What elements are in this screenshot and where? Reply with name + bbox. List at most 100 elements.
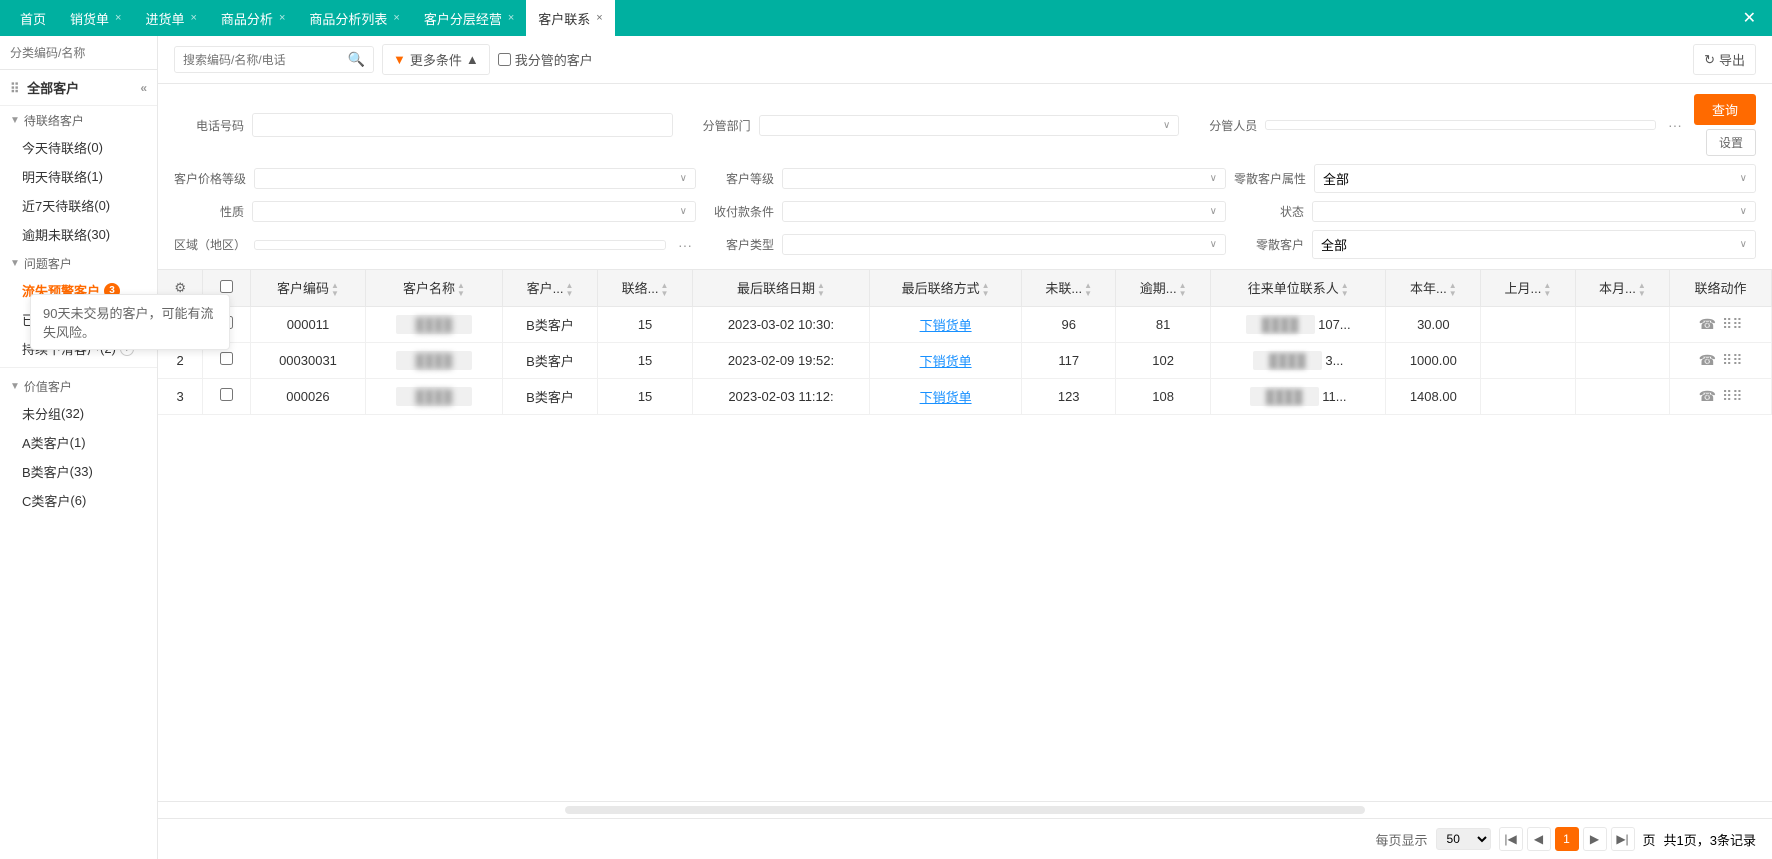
th------[interactable]: 联络...▲▼: [598, 270, 692, 306]
contact-icon[interactable]: ☎: [1699, 388, 1716, 405]
sidebar-item-label: 近7天待联络: [22, 196, 94, 215]
zero-customer-select[interactable]: 全部 ∨: [1312, 230, 1756, 259]
th------[interactable]: 本月...▲▼: [1575, 270, 1669, 306]
th-------[interactable]: 最后联络方式▲▼: [870, 270, 1022, 306]
actions[interactable]: ☎ ⠿⠿: [1670, 306, 1772, 342]
sidebar-item-0-3[interactable]: 逾期未联络(30): [0, 220, 157, 249]
sort-icon: ▲▼: [1084, 282, 1092, 298]
actions[interactable]: ☎ ⠿⠿: [1670, 342, 1772, 378]
more-icon-2[interactable]: ···: [674, 237, 696, 253]
sidebar-item-2-2[interactable]: B类客户(33): [0, 457, 157, 486]
nav-item-首页[interactable]: 首页: [8, 0, 58, 36]
row-checkbox[interactable]: [220, 388, 233, 401]
nav-item-销货单[interactable]: 销货单×: [58, 0, 133, 36]
global-close-button[interactable]: ✕: [1735, 8, 1764, 28]
sidebar-group-1[interactable]: ▼问题客户: [0, 249, 157, 276]
table-row: 200030031████B类客户152023-02-09 19:52:下销货单…: [158, 342, 1772, 378]
nav-item-商品分析[interactable]: 商品分析×: [209, 0, 297, 36]
my-customers-checkbox-label[interactable]: 我分管的客户: [498, 50, 593, 69]
gear-icon[interactable]: ⚙: [174, 280, 186, 295]
current-page-btn[interactable]: 1: [1555, 827, 1579, 851]
th------[interactable]: 逾期...▲▼: [1116, 270, 1210, 306]
next-page-btn[interactable]: ▶: [1583, 827, 1607, 851]
horizontal-scrollbar[interactable]: [565, 806, 1365, 814]
more-actions-icon[interactable]: ⠿⠿: [1722, 388, 1743, 405]
dept-select[interactable]: ∨: [759, 115, 1180, 136]
last-contact-method[interactable]: 下销货单: [870, 306, 1022, 342]
last-contact-method[interactable]: 下销货单: [870, 378, 1022, 414]
more-actions-icon[interactable]: ⠿⠿: [1722, 352, 1743, 369]
pagination: 每页显示 50 100 |◀ ◀ 1 ▶ ▶| 页 共1页，3条记录: [158, 818, 1772, 859]
customer-name: ████: [366, 378, 502, 414]
sidebar-group-2[interactable]: ▼价值客户: [0, 372, 157, 399]
row-checkbox-cell[interactable]: [203, 378, 250, 414]
payment-select[interactable]: ∨: [782, 201, 1226, 222]
th-------[interactable]: 最后联络日期▲▼: [692, 270, 869, 306]
sidebar-item-0-1[interactable]: 明天待联络(1): [0, 162, 157, 191]
nav-item-进货单[interactable]: 进货单×: [133, 0, 208, 36]
contact-method-link[interactable]: 下销货单: [920, 318, 972, 333]
row-checkbox[interactable]: [220, 352, 233, 365]
nav-close-icon[interactable]: ×: [393, 12, 399, 24]
price-level-select[interactable]: ∨: [254, 168, 696, 189]
sidebar-item-2-1[interactable]: A类客户(1): [0, 428, 157, 457]
gender-select[interactable]: ∨: [252, 201, 696, 222]
phone-input[interactable]: [252, 113, 673, 137]
query-button[interactable]: 查询: [1694, 94, 1756, 125]
my-customers-checkbox[interactable]: [498, 53, 511, 66]
sidebar-item-2-0[interactable]: 未分组(32): [0, 399, 157, 428]
item-count: (30): [87, 227, 110, 242]
more-conditions-button[interactable]: ▼ 更多条件 ▲: [382, 44, 490, 75]
sidebar-group-0[interactable]: ▼待联络客户: [0, 106, 157, 133]
sidebar-all-customers[interactable]: ⠿ 全部客户 «: [0, 70, 157, 106]
contact-method-link[interactable]: 下销货单: [920, 354, 972, 369]
toolbar-search-input[interactable]: [183, 53, 342, 67]
sidebar-item-0-2[interactable]: 近7天待联络(0): [0, 191, 157, 220]
region-select[interactable]: [254, 240, 666, 250]
nav-close-icon[interactable]: ×: [115, 12, 121, 24]
sidebar-search-input[interactable]: [10, 46, 158, 60]
contact-icon[interactable]: ☎: [1699, 316, 1716, 333]
page-label: 页: [1643, 830, 1656, 849]
settings-button[interactable]: 设置: [1706, 129, 1756, 156]
last-contact-method[interactable]: 下销货单: [870, 342, 1022, 378]
th-----[interactable]: 客户编码▲▼: [250, 270, 366, 306]
more-icon-1[interactable]: ···: [1664, 117, 1686, 133]
nav-close-icon[interactable]: ×: [508, 12, 514, 24]
nav-item-客户联系[interactable]: 客户联系×: [526, 0, 614, 36]
first-page-btn[interactable]: |◀: [1499, 827, 1523, 851]
manager-select[interactable]: [1265, 120, 1656, 130]
th------[interactable]: 客户...▲▼: [502, 270, 598, 306]
customer-name: ████: [366, 342, 502, 378]
filter-zero-customer: 零散客户 全部 ∨: [1234, 230, 1756, 259]
customer-code: 000011: [250, 306, 366, 342]
nav-close-icon[interactable]: ×: [190, 12, 196, 24]
more-actions-icon[interactable]: ⠿⠿: [1722, 316, 1743, 333]
contact-person: ████ 107...: [1210, 306, 1386, 342]
th--------[interactable]: 往来单位联系人▲▼: [1210, 270, 1386, 306]
page-size-select[interactable]: 50 100: [1436, 828, 1491, 850]
select-all-checkbox[interactable]: [220, 280, 233, 293]
th------[interactable]: 未联...▲▼: [1021, 270, 1115, 306]
nav-item-客户分层经营[interactable]: 客户分层经营×: [412, 0, 526, 36]
last-page-btn[interactable]: ▶|: [1611, 827, 1635, 851]
customer-level-select[interactable]: ∨: [782, 168, 1226, 189]
actions[interactable]: ☎ ⠿⠿: [1670, 378, 1772, 414]
sidebar-item-label: 未分组: [22, 404, 61, 423]
status-select[interactable]: ∨: [1312, 201, 1756, 222]
nav-item-商品分析列表[interactable]: 商品分析列表×: [297, 0, 411, 36]
th------[interactable]: 本年...▲▼: [1386, 270, 1481, 306]
prev-page-btn[interactable]: ◀: [1527, 827, 1551, 851]
zero-attr-select[interactable]: 全部 ∨: [1314, 164, 1756, 193]
nav-close-icon[interactable]: ×: [596, 12, 602, 24]
nav-close-icon[interactable]: ×: [279, 12, 285, 24]
contact-icon[interactable]: ☎: [1699, 352, 1716, 369]
th------[interactable]: 上月...▲▼: [1481, 270, 1575, 306]
item-count: (0): [94, 198, 110, 213]
sidebar-item-2-3[interactable]: C类客户(6): [0, 486, 157, 515]
sidebar-item-0-0[interactable]: 今天待联络(0): [0, 133, 157, 162]
contact-method-link[interactable]: 下销货单: [920, 390, 972, 405]
customer-type-select[interactable]: ∨: [782, 234, 1226, 255]
th-----[interactable]: 客户名称▲▼: [366, 270, 502, 306]
export-button[interactable]: ↻ 导出: [1693, 44, 1756, 75]
